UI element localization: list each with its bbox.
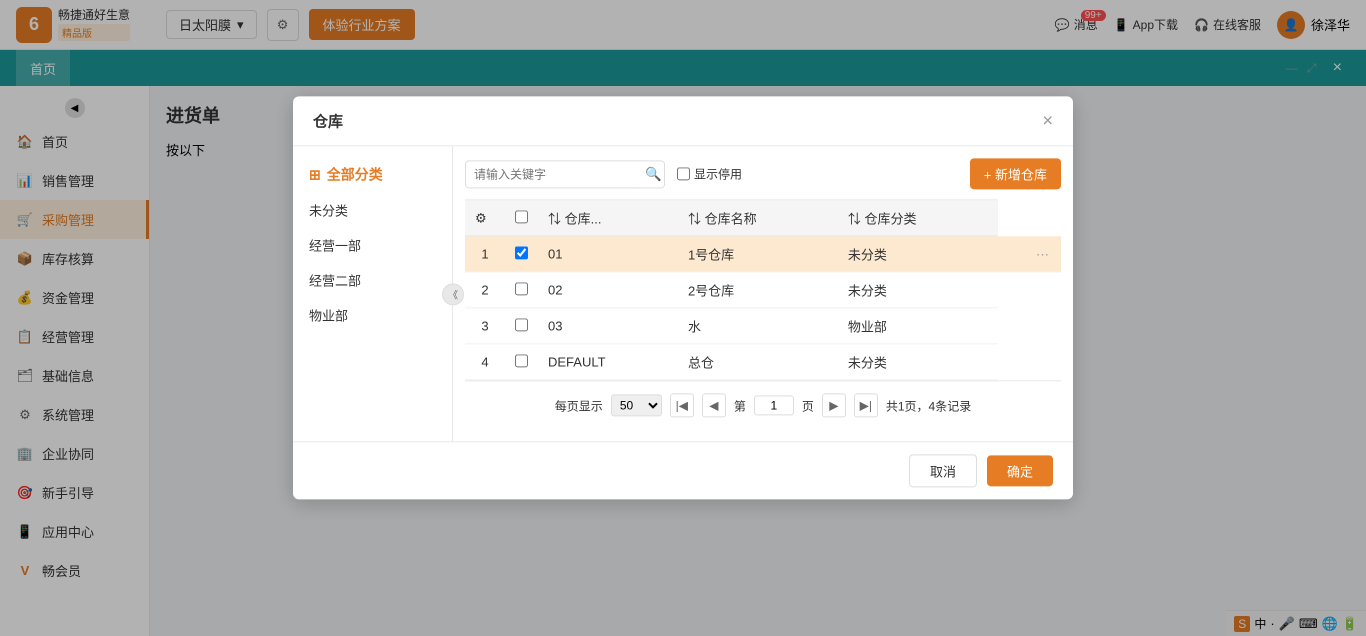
table-row[interactable]: 4 DEFAULT 总仓 未分类 xyxy=(465,344,1061,380)
row-check xyxy=(505,236,538,272)
first-page-button[interactable]: |◀ xyxy=(670,393,694,417)
per-page-select[interactable]: 50 100 200 xyxy=(611,394,662,416)
warehouse-modal: 仓库 × ⊞ 全部分类 未分类 经营一部 经营二部 物业部 《 xyxy=(293,96,1073,499)
row-num: 3 xyxy=(465,308,505,344)
confirm-button[interactable]: 确定 xyxy=(987,455,1053,486)
col-code: ⇅ 仓库... xyxy=(538,200,678,236)
row-name: 水 xyxy=(678,308,838,344)
row-name: 2号仓库 xyxy=(678,272,838,308)
page-number-input[interactable] xyxy=(754,395,794,415)
grid-icon: ⊞ xyxy=(309,166,321,183)
search-box: 🔍 xyxy=(465,160,665,188)
category-item-2[interactable]: 经营二部 xyxy=(293,262,452,297)
category-item-0[interactable]: 未分类 xyxy=(293,192,452,227)
row-name: 总仓 xyxy=(678,344,838,380)
row-code: 01 xyxy=(538,236,678,272)
category-sidebar: ⊞ 全部分类 未分类 经营一部 经营二部 物业部 《 xyxy=(293,146,453,441)
last-page-button[interactable]: ▶| xyxy=(854,393,878,417)
modal-footer: 取消 确定 xyxy=(293,441,1073,499)
col-category: ⇅ 仓库分类 xyxy=(838,200,998,236)
modal-title: 仓库 xyxy=(313,110,343,131)
modal-body: ⊞ 全部分类 未分类 经营一部 经营二部 物业部 《 xyxy=(293,146,1073,441)
next-page-button[interactable]: ▶ xyxy=(822,393,846,417)
col-name: ⇅ 仓库名称 xyxy=(678,200,838,236)
row-checkbox[interactable] xyxy=(515,354,528,367)
table-row[interactable]: 1 01 1号仓库 未分类 ··· xyxy=(465,236,1061,272)
row-checkbox[interactable] xyxy=(515,246,528,259)
show-disabled-label[interactable]: 显示停用 xyxy=(677,165,742,182)
row-num: 2 xyxy=(465,272,505,308)
cancel-button[interactable]: 取消 xyxy=(909,454,977,487)
row-category: 物业部 xyxy=(838,308,998,344)
table-row[interactable]: 2 02 2号仓库 未分类 xyxy=(465,272,1061,308)
show-disabled-checkbox[interactable] xyxy=(677,167,690,180)
search-button[interactable]: 🔍 xyxy=(637,161,665,187)
row-actions[interactable]: ··· xyxy=(998,236,1061,272)
row-name: 1号仓库 xyxy=(678,236,838,272)
total-label: 共1页，4条记录 xyxy=(886,397,971,414)
row-code: 02 xyxy=(538,272,678,308)
row-category: 未分类 xyxy=(838,272,998,308)
row-num: 1 xyxy=(465,236,505,272)
search-input[interactable] xyxy=(466,162,637,186)
col-settings: ⚙ xyxy=(465,200,505,236)
row-category: 未分类 xyxy=(838,236,998,272)
table-area: 🔍 显示停用 + 新增仓库 ⚙ ⇅ 仓库.. xyxy=(453,146,1073,441)
row-category: 未分类 xyxy=(838,344,998,380)
page-label-pre: 第 xyxy=(734,397,746,414)
category-item-3[interactable]: 物业部 xyxy=(293,297,452,332)
row-num: 4 xyxy=(465,344,505,380)
table-toolbar: 🔍 显示停用 + 新增仓库 xyxy=(465,158,1061,189)
row-code: 03 xyxy=(538,308,678,344)
table-row[interactable]: 3 03 水 物业部 xyxy=(465,308,1061,344)
category-collapse-button[interactable]: 《 xyxy=(442,283,464,305)
modal-header: 仓库 × xyxy=(293,96,1073,146)
prev-page-button[interactable]: ◀ xyxy=(702,393,726,417)
page-label-post: 页 xyxy=(802,397,814,414)
row-check xyxy=(505,308,538,344)
pagination: 每页显示 50 100 200 |◀ ◀ 第 页 ▶ ▶| 共1页，4条记录 xyxy=(465,380,1061,429)
table-header: ⚙ ⇅ 仓库... ⇅ 仓库名称 ⇅ 仓库分类 xyxy=(465,200,1061,236)
per-page-label: 每页显示 xyxy=(555,397,603,414)
modal-close-button[interactable]: × xyxy=(1042,110,1053,131)
select-all-checkbox[interactable] xyxy=(515,210,528,223)
row-checkbox[interactable] xyxy=(515,282,528,295)
new-warehouse-button[interactable]: + 新增仓库 xyxy=(970,158,1061,189)
category-all[interactable]: ⊞ 全部分类 xyxy=(293,156,452,192)
col-check xyxy=(505,200,538,236)
table-body: 1 01 1号仓库 未分类 ··· 2 02 2号仓库 未分类 3 03 水 物… xyxy=(465,236,1061,380)
row-code: DEFAULT xyxy=(538,344,678,380)
warehouse-table: ⚙ ⇅ 仓库... ⇅ 仓库名称 ⇅ 仓库分类 xyxy=(465,199,1061,380)
row-check xyxy=(505,272,538,308)
row-check xyxy=(505,344,538,380)
row-checkbox[interactable] xyxy=(515,318,528,331)
category-item-1[interactable]: 经营一部 xyxy=(293,227,452,262)
